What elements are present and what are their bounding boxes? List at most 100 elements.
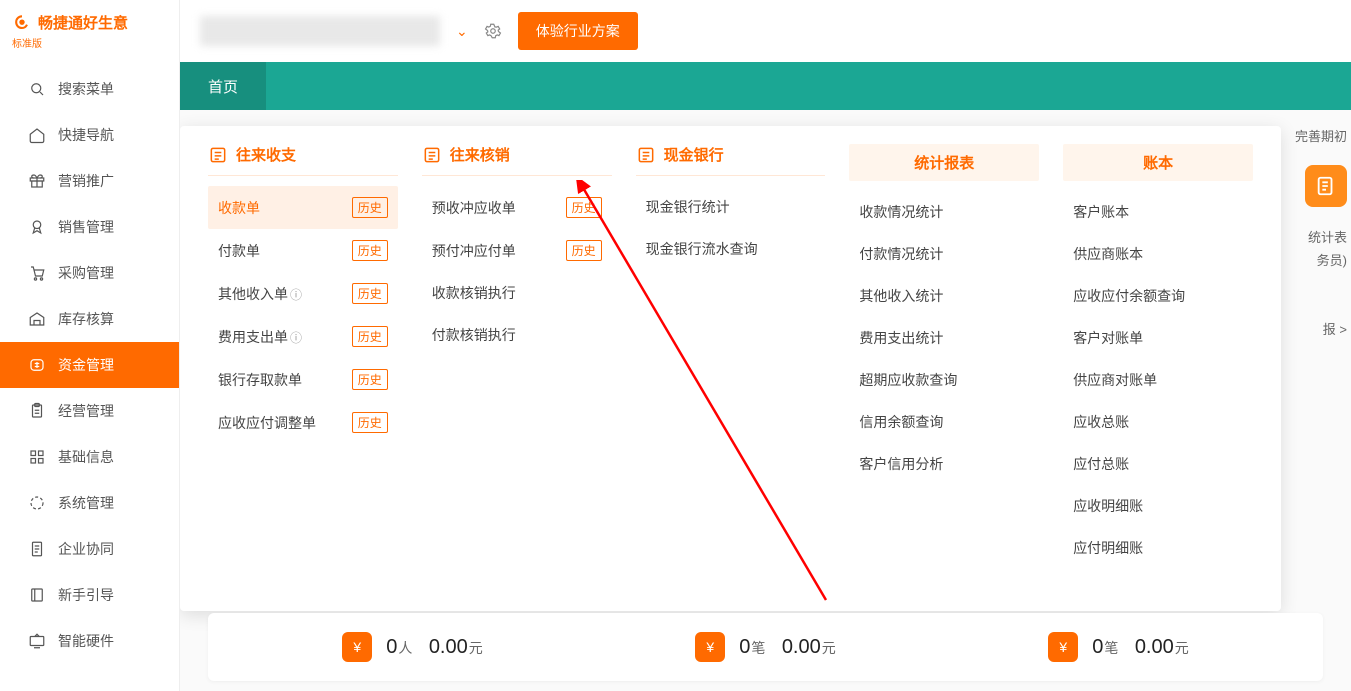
mega-menu-item[interactable]: 银行存取款单 历史 <box>208 358 398 401</box>
mega-menu-item[interactable]: 其他收入单ⓘ历史 <box>208 272 398 315</box>
mega-menu-item[interactable]: 现金银行流水查询 <box>636 228 826 270</box>
mega-menu-item[interactable]: 供应商对账单 <box>1063 359 1253 401</box>
mega-menu-item[interactable]: 客户信用分析 <box>849 443 1039 485</box>
hint-text: 完善期初 <box>1295 126 1347 145</box>
mega-section-header: 账本 <box>1063 144 1253 181</box>
help-icon[interactable]: ⓘ <box>290 288 302 302</box>
sidebar-item-label: 库存核算 <box>58 309 114 329</box>
right-hint-strip: 完善期初 统计表 务员) 报 > <box>1287 126 1351 338</box>
history-tag[interactable]: 历史 <box>566 240 602 261</box>
mega-menu-item[interactable]: 预付冲应付单 历史 <box>422 229 612 272</box>
mega-section-header: 往来核销 <box>422 144 612 176</box>
mega-menu-item[interactable]: 预收冲应收单历史 <box>422 186 612 229</box>
mega-section-title: 往来收支 <box>236 144 296 165</box>
mega-column: 现金银行现金银行统计现金银行流水查询 <box>636 144 826 593</box>
mega-item-label: 付款单 <box>218 241 260 261</box>
mega-menu-item[interactable]: 应收应付调整单历史 <box>208 401 398 444</box>
mega-item-label: 预付冲应付单 <box>432 241 516 261</box>
sidebar-item-coop[interactable]: 企业协同 <box>0 526 179 572</box>
mega-item-label: 现金银行统计 <box>646 197 730 217</box>
topbar: ⌄ 体验行业方案 <box>180 0 1351 62</box>
doc-icon <box>28 540 46 558</box>
hint-text[interactable]: 报 > <box>1323 319 1347 338</box>
sidebar-item-purchase[interactable]: 采购管理 <box>0 250 179 296</box>
history-tag[interactable]: 历史 <box>352 412 388 433</box>
sidebar-item-search[interactable]: 搜索菜单 <box>0 66 179 112</box>
stat-block: ¥ 0笔 0.00元 <box>1048 632 1189 662</box>
chevron-down-icon[interactable]: ⌄ <box>456 23 468 40</box>
main-area: ⌄ 体验行业方案 首页 往来收支收款单历史付款单历史其他收入单ⓘ历史费用支出单ⓘ… <box>180 0 1351 691</box>
sidebar-item-funds[interactable]: 资金管理 <box>0 342 179 388</box>
mega-menu-item[interactable]: 供应商账本 <box>1063 233 1253 275</box>
sidebar-item-sales[interactable]: 销售管理 <box>0 204 179 250</box>
history-tag[interactable]: 历史 <box>566 197 602 218</box>
mega-menu-item[interactable]: 付款单 历史 <box>208 229 398 272</box>
mega-section-title: 账本 <box>1143 152 1173 173</box>
mega-item-label: 供应商账本 <box>1073 244 1143 264</box>
mega-item-label: 超期应收款查询 <box>859 370 957 390</box>
sidebar-item-basic[interactable]: 基础信息 <box>0 434 179 480</box>
tab-home[interactable]: 首页 <box>180 62 266 110</box>
mega-section-header: 往来收支 <box>208 144 398 176</box>
history-tag[interactable]: 历史 <box>352 369 388 390</box>
report-icon[interactable] <box>1305 165 1347 207</box>
stat-amount-unit: 元 <box>822 640 836 656</box>
history-tag[interactable]: 历史 <box>352 283 388 304</box>
brand-edition: 标准版 <box>12 35 167 50</box>
gift-icon <box>28 172 46 190</box>
tv-icon <box>28 632 46 650</box>
mega-item-label: 银行存取款单 <box>218 370 302 390</box>
mega-menu-item[interactable]: 其他收入统计 <box>849 275 1039 317</box>
mega-menu-item[interactable]: 信用余额查询 <box>849 401 1039 443</box>
mega-menu-item[interactable]: 应收明细账 <box>1063 485 1253 527</box>
mega-item-label: 收款核销执行 <box>432 283 516 303</box>
mega-item-label: 付款核销执行 <box>432 325 516 345</box>
mega-menu-item[interactable]: 应付明细账 <box>1063 527 1253 569</box>
sidebar: 畅捷通好生意 标准版 搜索菜单 快捷导航 营销推广 销售管理 采购管理 库存核算… <box>0 0 180 691</box>
mega-menu-item[interactable]: 付款情况统计 <box>849 233 1039 275</box>
mega-menu-item[interactable]: 费用支出单ⓘ历史 <box>208 315 398 358</box>
mega-menu-item[interactable]: 应收总账 <box>1063 401 1253 443</box>
history-tag[interactable]: 历史 <box>352 326 388 347</box>
mega-menu-item[interactable]: 收款核销执行 <box>422 272 612 314</box>
history-tag[interactable]: 历史 <box>352 240 388 261</box>
sidebar-item-label: 销售管理 <box>58 217 114 237</box>
sidebar-item-marketing[interactable]: 营销推广 <box>0 158 179 204</box>
sidebar-item-system[interactable]: 系统管理 <box>0 480 179 526</box>
mega-menu-item[interactable]: 付款核销执行 <box>422 314 612 356</box>
stat-block: ¥ 0笔 0.00元 <box>695 632 836 662</box>
mega-menu-item[interactable]: 收款单历史 <box>208 186 398 229</box>
mega-menu-item[interactable]: 费用支出统计 <box>849 317 1039 359</box>
sidebar-item-label: 新手引导 <box>58 585 114 605</box>
gear-icon[interactable] <box>484 22 502 40</box>
stat-amount: 0.00 <box>782 636 821 658</box>
mega-item-label: 现金银行流水查询 <box>646 239 758 259</box>
mega-section-title: 现金银行 <box>664 144 724 165</box>
history-tag[interactable]: 历史 <box>352 197 388 218</box>
mega-menu-item[interactable]: 超期应收款查询 <box>849 359 1039 401</box>
mega-menu-item[interactable]: 应收应付余额查询 <box>1063 275 1253 317</box>
mega-item-label: 应付明细账 <box>1073 538 1143 558</box>
mega-menu-item[interactable]: 现金银行统计 <box>636 186 826 228</box>
section-icon <box>636 145 656 165</box>
stat-icon: ¥ <box>342 632 372 662</box>
sidebar-item-label: 经营管理 <box>58 401 114 421</box>
sidebar-item-biz[interactable]: 经营管理 <box>0 388 179 434</box>
stat-amount: 0.00 <box>1135 636 1174 658</box>
section-icon <box>208 145 228 165</box>
mega-menu-item[interactable]: 应付总账 <box>1063 443 1253 485</box>
try-industry-plan-button[interactable]: 体验行业方案 <box>518 12 638 50</box>
sidebar-item-quicknav[interactable]: 快捷导航 <box>0 112 179 158</box>
mega-item-label: 客户账本 <box>1073 202 1129 222</box>
mega-menu-item[interactable]: 客户账本 <box>1063 191 1253 233</box>
sidebar-item-guide[interactable]: 新手引导 <box>0 572 179 618</box>
sidebar-item-hardware[interactable]: 智能硬件 <box>0 618 179 664</box>
help-icon[interactable]: ⓘ <box>290 331 302 345</box>
badge-icon <box>28 218 46 236</box>
mega-menu-item[interactable]: 客户对账单 <box>1063 317 1253 359</box>
stat-count: 0 <box>1092 636 1103 658</box>
hint-text: 统计表 <box>1308 227 1347 246</box>
account-selector-redacted[interactable] <box>200 16 440 46</box>
sidebar-item-stock[interactable]: 库存核算 <box>0 296 179 342</box>
mega-menu-item[interactable]: 收款情况统计 <box>849 191 1039 233</box>
